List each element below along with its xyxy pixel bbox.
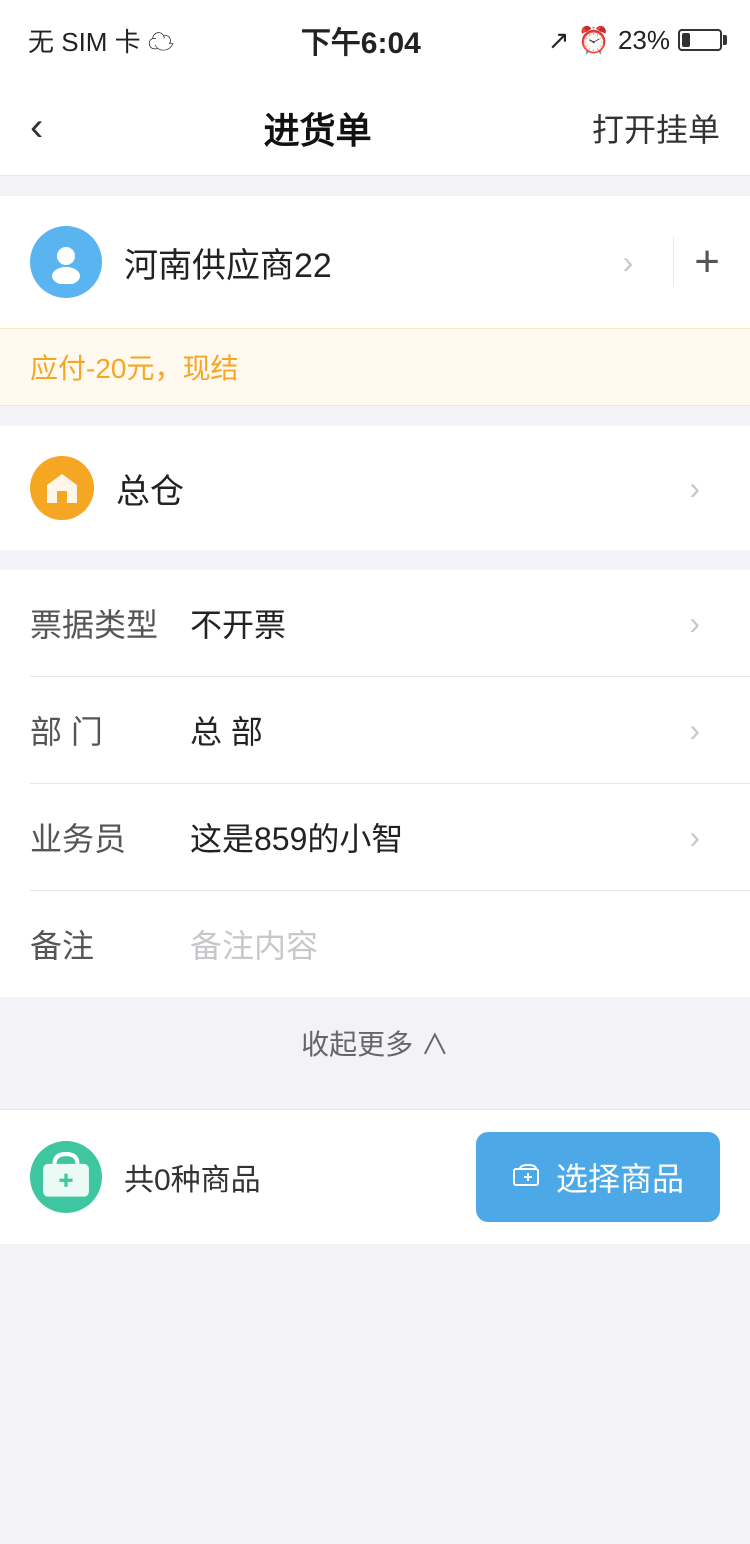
product-icon (30, 1141, 102, 1213)
battery-icon (678, 29, 722, 51)
page-title: 进货单 (264, 102, 372, 154)
department-row[interactable]: 部 门 总 部 › (0, 677, 750, 783)
form-section: 票据类型 不开票 › 部 门 总 部 › 业务员 这是859的小智 › 备注 备… (0, 570, 750, 997)
location-icon: ↗ (548, 25, 570, 56)
remark-label: 备注 (30, 921, 160, 967)
nav-bar: ‹ 进货单 打开挂单 (0, 80, 750, 176)
product-bar: 共0种商品 选择商品 (0, 1109, 750, 1244)
battery-percent: 23% (618, 25, 670, 56)
status-bar: 无 SIM 卡 ☁ 下午6:04 ↗ ⏰ 23% (0, 0, 750, 80)
supplier-chevron-icon: › (623, 244, 634, 281)
department-chevron-icon: › (689, 712, 700, 749)
invoice-type-label: 票据类型 (30, 600, 160, 646)
supplier-divider (673, 237, 674, 287)
warehouse-section: 总仓 › (0, 426, 750, 550)
warehouse-chevron-icon: › (689, 470, 700, 507)
invoice-type-chevron-icon: › (689, 605, 700, 642)
gap-1 (0, 176, 750, 196)
status-time: 下午6:04 (301, 18, 421, 62)
remark-value[interactable]: 备注内容 (160, 921, 720, 967)
invoice-type-value: 不开票 (160, 600, 689, 646)
supplier-avatar (30, 226, 102, 298)
salesperson-row[interactable]: 业务员 这是859的小智 › (0, 784, 750, 890)
department-label: 部 门 (30, 707, 160, 753)
gap-2 (0, 406, 750, 426)
supplier-name: 河南供应商22 (124, 238, 623, 287)
gap-3 (0, 550, 750, 570)
status-left: 无 SIM 卡 ☁ (28, 22, 174, 59)
supplier-row[interactable]: 河南供应商22 › + (0, 196, 750, 328)
cart-icon (512, 1163, 544, 1191)
supplier-section: 河南供应商22 › + 应付-20元，现结 (0, 196, 750, 406)
collapse-label: 收起更多 ∧ (301, 1023, 449, 1063)
warehouse-row[interactable]: 总仓 › (0, 426, 750, 550)
collapse-button[interactable]: 收起更多 ∧ (0, 997, 750, 1089)
status-right: ↗ ⏰ 23% (548, 25, 722, 56)
product-count: 共0种商品 (124, 1155, 476, 1199)
warehouse-icon (30, 456, 94, 520)
notice-banner: 应付-20元，现结 (0, 328, 750, 406)
remark-row[interactable]: 备注 备注内容 (0, 891, 750, 997)
select-product-button[interactable]: 选择商品 (476, 1132, 720, 1222)
salesperson-value: 这是859的小智 (160, 814, 689, 860)
department-value: 总 部 (160, 707, 689, 753)
salesperson-chevron-icon: › (689, 819, 700, 856)
sim-status: 无 SIM 卡 ☁ (28, 22, 174, 59)
warehouse-name: 总仓 (116, 464, 689, 513)
salesperson-label: 业务员 (30, 814, 160, 860)
alarm-icon: ⏰ (578, 25, 610, 56)
add-supplier-button[interactable]: + (694, 240, 720, 284)
rest-area (0, 1244, 750, 1544)
open-pending-button[interactable]: 打开挂单 (592, 105, 720, 151)
gap-4 (0, 1089, 750, 1109)
invoice-type-row[interactable]: 票据类型 不开票 › (0, 570, 750, 676)
back-button[interactable]: ‹ (30, 105, 43, 150)
select-product-label: 选择商品 (556, 1154, 684, 1200)
